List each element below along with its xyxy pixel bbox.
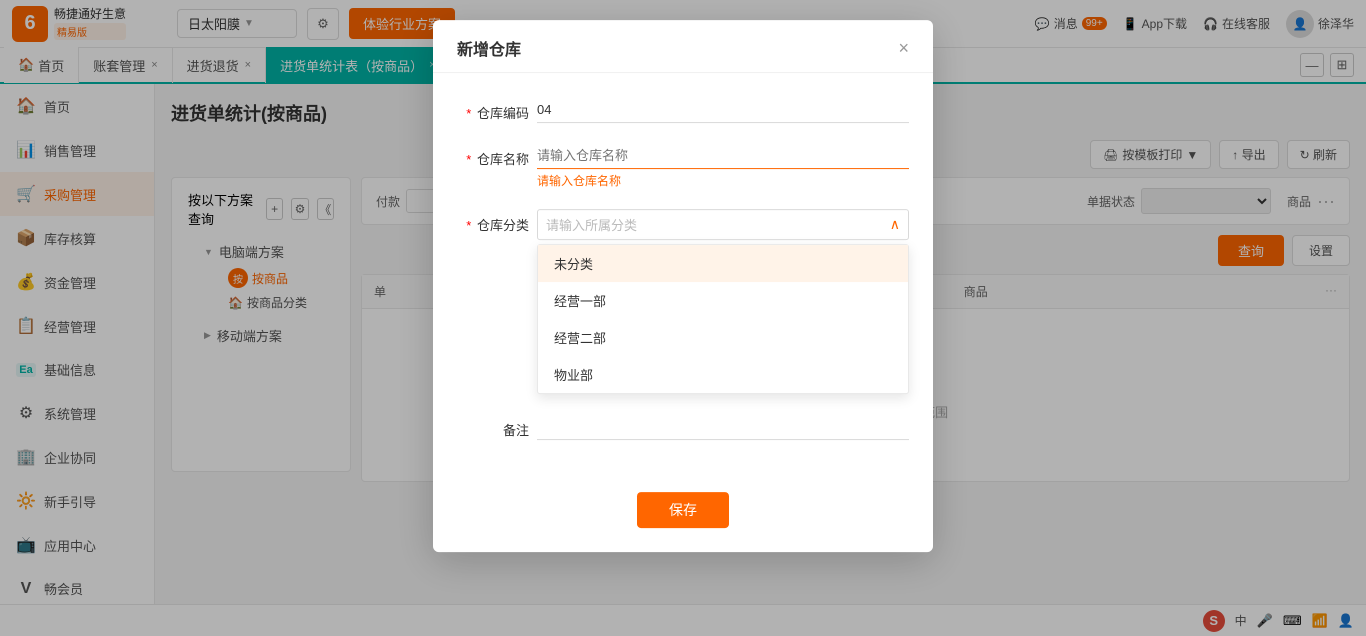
category-label: * 仓库分类: [457, 209, 537, 234]
code-field: [537, 97, 909, 123]
modal-title: 新增仓库: [457, 36, 521, 60]
notes-label: 备注: [457, 414, 537, 439]
name-field: 请输入仓库名称: [537, 143, 909, 189]
modal-save-button[interactable]: 保存: [637, 492, 729, 528]
form-row-name: * 仓库名称 请输入仓库名称: [457, 143, 909, 189]
category-selector[interactable]: 请输入所属分类 ∧: [537, 209, 909, 240]
form-row-category: * 仓库分类 请输入所属分类 ∧ 未分类 经营一部 经营二部 物业部: [457, 209, 909, 394]
required-star-code: *: [466, 106, 471, 121]
code-label: * 仓库编码: [457, 97, 537, 122]
warehouse-name-input[interactable]: [537, 143, 909, 169]
add-warehouse-modal: 新增仓库 × * 仓库编码 * 仓库名称 请输入仓库名称: [433, 20, 933, 552]
dropdown-item-property[interactable]: 物业部: [538, 356, 908, 393]
category-field: 请输入所属分类 ∧ 未分类 经营一部 经营二部 物业部: [537, 209, 909, 394]
name-error-message: 请输入仓库名称: [537, 172, 909, 189]
form-row-notes: 备注: [457, 414, 909, 440]
required-star-category: *: [466, 218, 471, 233]
name-label: * 仓库名称: [457, 143, 537, 168]
warehouse-notes-input[interactable]: [537, 414, 909, 440]
dropdown-item-ops1[interactable]: 经营一部: [538, 282, 908, 319]
modal-header: 新增仓库 ×: [433, 20, 933, 73]
category-arrow-icon: ∧: [890, 216, 900, 233]
form-row-code: * 仓库编码: [457, 97, 909, 123]
modal-body: * 仓库编码 * 仓库名称 请输入仓库名称 * 仓库分类: [433, 73, 933, 484]
notes-field: [537, 414, 909, 440]
modal-close-button[interactable]: ×: [898, 39, 909, 57]
required-star-name: *: [466, 152, 471, 167]
category-placeholder-text: 请输入所属分类: [546, 215, 637, 234]
category-dropdown: 未分类 经营一部 经营二部 物业部: [537, 244, 909, 394]
dropdown-item-ops2[interactable]: 经营二部: [538, 319, 908, 356]
dropdown-item-uncategorized[interactable]: 未分类: [538, 245, 908, 282]
warehouse-code-input[interactable]: [537, 97, 909, 123]
modal-footer: 保存: [433, 484, 933, 552]
